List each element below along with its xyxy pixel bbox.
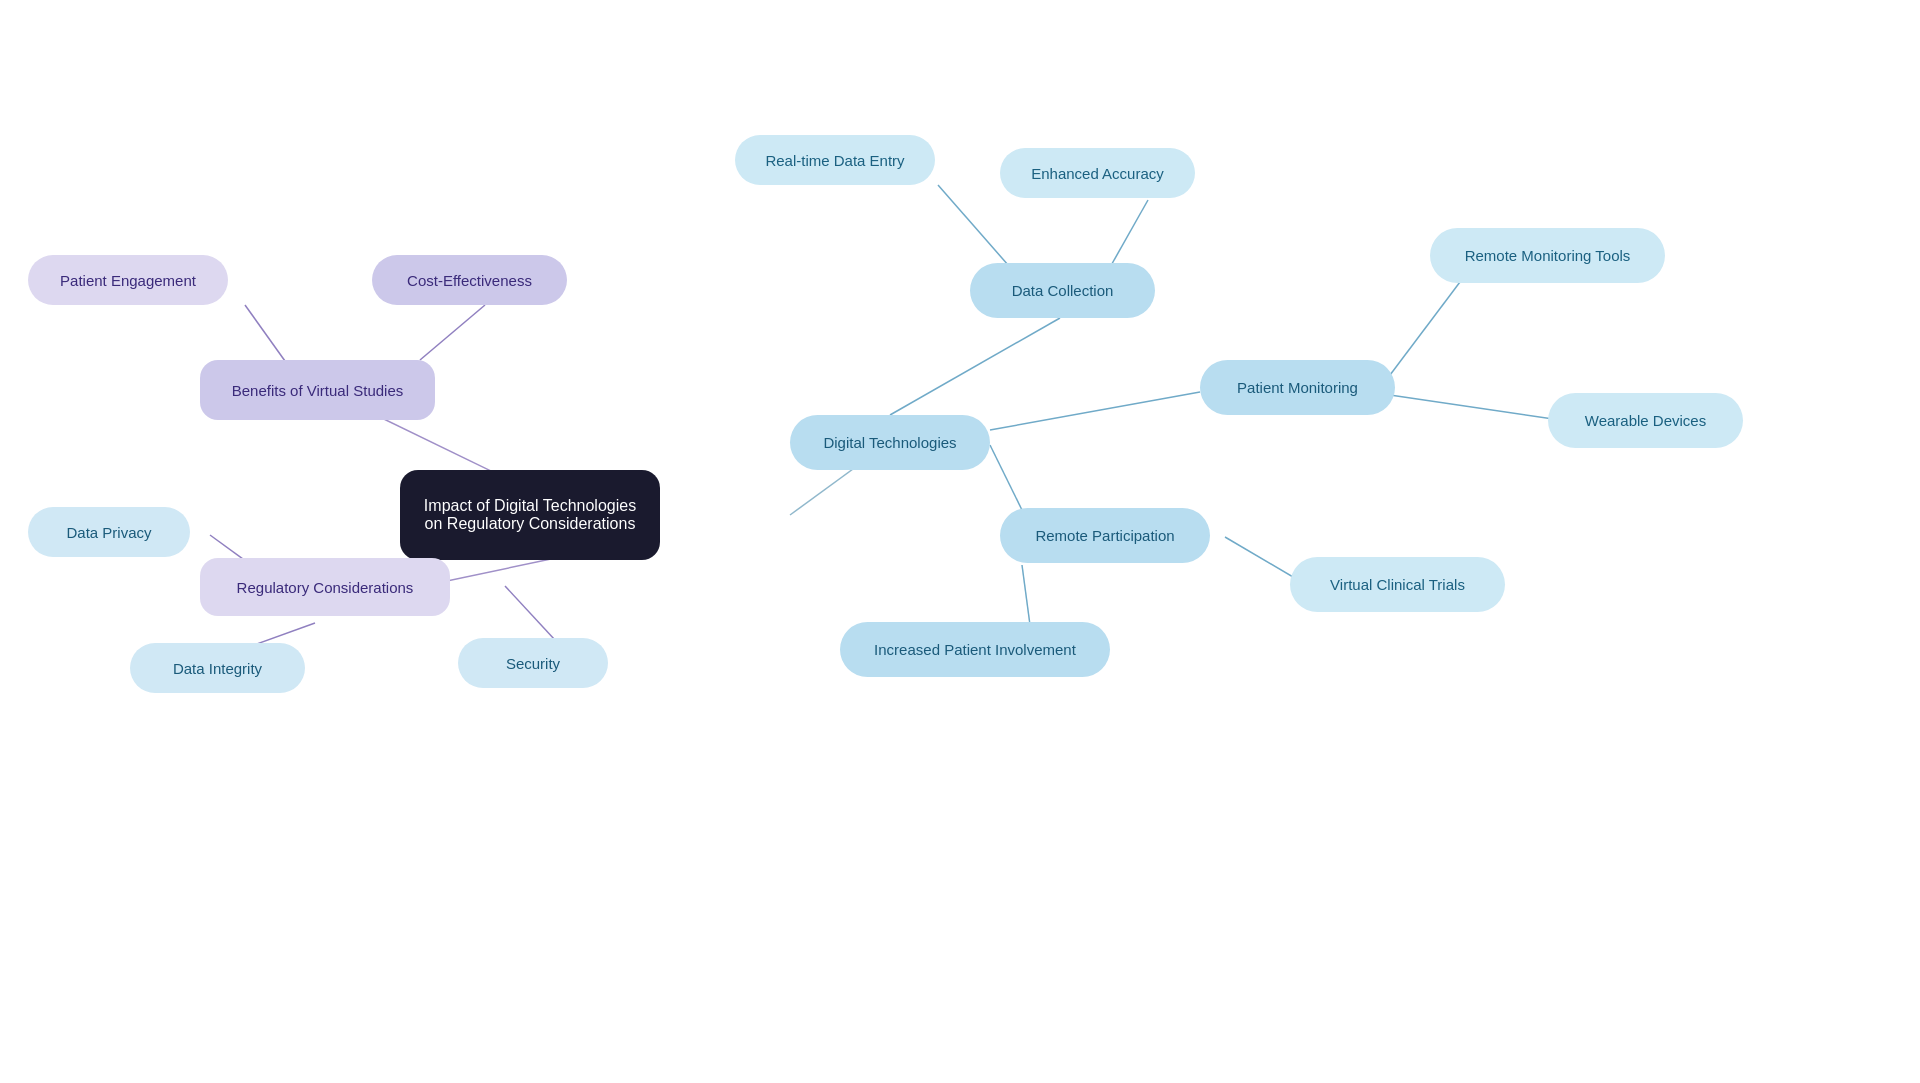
wearable-devices-node[interactable]: Wearable Devices xyxy=(1548,393,1743,448)
svg-line-4 xyxy=(990,392,1200,430)
patient-engagement-node[interactable]: Patient Engagement xyxy=(28,255,228,305)
remote-monitoring-tools-label: Remote Monitoring Tools xyxy=(1465,247,1631,264)
enhanced-accuracy-label: Enhanced Accuracy xyxy=(1031,165,1164,182)
patient-monitoring-node[interactable]: Patient Monitoring xyxy=(1200,360,1395,415)
cost-effectiveness-label: Cost-Effectiveness xyxy=(407,272,532,289)
remote-participation-label: Remote Participation xyxy=(1035,527,1174,544)
data-integrity-node[interactable]: Data Integrity xyxy=(130,643,305,693)
real-time-data-entry-label: Real-time Data Entry xyxy=(765,152,904,169)
wearable-devices-label: Wearable Devices xyxy=(1585,412,1706,429)
svg-line-3 xyxy=(890,318,1060,415)
remote-participation-node[interactable]: Remote Participation xyxy=(1000,508,1210,563)
cost-effectiveness-node[interactable]: Cost-Effectiveness xyxy=(372,255,567,305)
security-node[interactable]: Security xyxy=(458,638,608,688)
digital-technologies-node[interactable]: Digital Technologies xyxy=(790,415,990,470)
data-privacy-label: Data Privacy xyxy=(66,524,151,541)
digital-technologies-label: Digital Technologies xyxy=(823,434,956,451)
svg-line-5 xyxy=(990,445,1022,510)
security-label: Security xyxy=(506,655,560,672)
data-collection-node[interactable]: Data Collection xyxy=(970,263,1155,318)
benefits-virtual-studies-node[interactable]: Benefits of Virtual Studies xyxy=(200,360,435,420)
svg-line-11 xyxy=(1022,565,1030,625)
data-privacy-node[interactable]: Data Privacy xyxy=(28,507,190,557)
regulatory-considerations-label: Regulatory Considerations xyxy=(237,579,414,596)
svg-line-9 xyxy=(1390,395,1560,420)
virtual-clinical-trials-label: Virtual Clinical Trials xyxy=(1330,576,1465,593)
data-collection-label: Data Collection xyxy=(1012,282,1114,299)
center-node[interactable]: Impact of Digital Technologies on Regula… xyxy=(400,470,660,560)
remote-monitoring-tools-node[interactable]: Remote Monitoring Tools xyxy=(1430,228,1665,283)
center-label: Impact of Digital Technologies on Regula… xyxy=(420,497,640,533)
enhanced-accuracy-node[interactable]: Enhanced Accuracy xyxy=(1000,148,1195,198)
benefits-virtual-studies-label: Benefits of Virtual Studies xyxy=(232,382,404,399)
svg-line-8 xyxy=(1390,282,1460,375)
patient-engagement-label: Patient Engagement xyxy=(60,272,196,289)
svg-line-15 xyxy=(505,586,555,640)
svg-line-13 xyxy=(420,305,485,360)
increased-patient-involvement-node[interactable]: Increased Patient Involvement xyxy=(840,622,1110,677)
regulatory-considerations-node[interactable]: Regulatory Considerations xyxy=(200,558,450,616)
increased-patient-involvement-label: Increased Patient Involvement xyxy=(874,641,1076,658)
virtual-clinical-trials-node[interactable]: Virtual Clinical Trials xyxy=(1290,557,1505,612)
patient-monitoring-label: Patient Monitoring xyxy=(1237,379,1358,396)
data-integrity-label: Data Integrity xyxy=(173,660,262,677)
real-time-data-entry-node[interactable]: Real-time Data Entry xyxy=(735,135,935,185)
